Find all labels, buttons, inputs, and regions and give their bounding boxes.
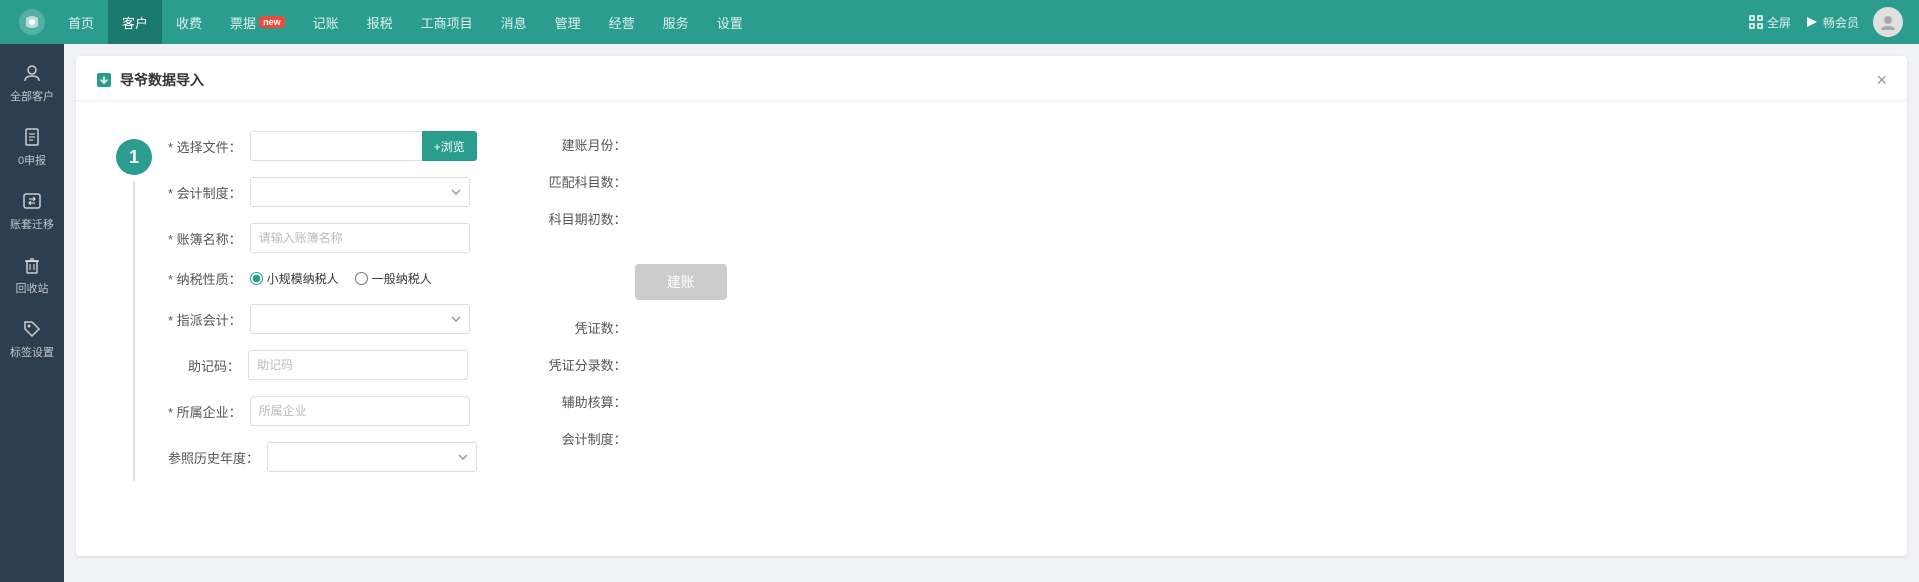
main-content: 导爷数据导入 × 1 * 选择文件： bbox=[64, 44, 1919, 582]
accounting-system-right-label: 会计制度： bbox=[537, 429, 627, 448]
avatar[interactable] bbox=[1873, 7, 1903, 37]
member-button[interactable]: 畅会员 bbox=[1805, 14, 1859, 31]
ledger-name-label: * 账簿名称： bbox=[168, 229, 242, 248]
browse-button[interactable]: +浏览 bbox=[422, 131, 477, 161]
accountant-label: * 指派会计： bbox=[168, 310, 242, 329]
memo-label: 助记码： bbox=[168, 356, 240, 375]
form-with-step: 1 * 选择文件： +浏览 bbox=[116, 131, 477, 481]
info-section: 建账月份： 匹配科目数： 科目期初数： 建账 bbox=[537, 131, 817, 481]
dialog-header: 导爷数据导入 × bbox=[76, 56, 1907, 101]
company-label: * 所属企业： bbox=[168, 402, 242, 421]
sidebar-label-all-customers: 全部客户 bbox=[10, 88, 54, 104]
sidebar-item-all-customers[interactable]: 全部客户 bbox=[0, 52, 64, 112]
people-icon bbox=[21, 62, 43, 84]
sidebar-label-transfer: 账套迁移 bbox=[10, 216, 54, 232]
voucher-label: 凭证数： bbox=[537, 318, 627, 337]
month-label: 建账月份： bbox=[537, 135, 627, 154]
memo-input[interactable] bbox=[248, 350, 468, 380]
main-layout: 全部客户 0申报 bbox=[0, 44, 1919, 582]
nav-item-services[interactable]: 服务 bbox=[649, 0, 703, 44]
file-input[interactable] bbox=[250, 131, 422, 161]
dialog-body: 1 * 选择文件： +浏览 bbox=[76, 101, 1907, 511]
info-row-aux-accounting: 辅助核算： bbox=[537, 392, 817, 411]
sidebar-label-zero-declare: 0申报 bbox=[18, 152, 46, 168]
file-label: * 选择文件： bbox=[168, 137, 242, 156]
nav-item-customers[interactable]: 客户 bbox=[108, 0, 162, 44]
sidebar-item-trash[interactable]: 回收站 bbox=[0, 244, 64, 304]
subject-initial-label: 科目期初数： bbox=[537, 209, 627, 228]
fullscreen-icon bbox=[1749, 15, 1763, 29]
tax-type-small[interactable]: 小规模纳税人 bbox=[250, 270, 339, 287]
file-input-row: +浏览 bbox=[250, 131, 477, 161]
nav-item-accounting[interactable]: 记账 bbox=[299, 0, 353, 44]
tax-type-label: * 纳税性质： bbox=[168, 269, 242, 288]
nav-item-business[interactable]: 工商项目 bbox=[407, 0, 487, 44]
nav-item-fees[interactable]: 收费 bbox=[162, 0, 216, 44]
ledger-name-input[interactable] bbox=[250, 223, 470, 253]
company-input[interactable] bbox=[250, 396, 470, 426]
nav-item-tax[interactable]: 报税 bbox=[353, 0, 407, 44]
accounting-system-select[interactable] bbox=[250, 177, 470, 207]
nav-item-messages[interactable]: 消息 bbox=[487, 0, 541, 44]
build-button[interactable]: 建账 bbox=[635, 264, 727, 300]
nav-item-settings[interactable]: 设置 bbox=[703, 0, 757, 44]
form-row-tax-type: * 纳税性质： 小规模纳税人 一般纳税人 bbox=[168, 269, 477, 288]
nav-logo[interactable] bbox=[10, 0, 54, 44]
nav-item-management[interactable]: 管理 bbox=[541, 0, 595, 44]
info-row-match-subjects: 匹配科目数： bbox=[537, 172, 817, 191]
file-icon bbox=[21, 126, 43, 148]
info-row-accounting-system-right: 会计制度： bbox=[537, 429, 817, 448]
form-row-accountant: * 指派会计： bbox=[168, 304, 477, 334]
nav-item-bills[interactable]: 票据 new bbox=[216, 0, 299, 44]
top-nav: 首页 客户 收费 票据 new 记账 报税 工商项目 消息 管理 经营 服务 设… bbox=[0, 0, 1919, 44]
info-row-voucher-entries: 凭证分录数： bbox=[537, 355, 817, 374]
voucher-entries-label: 凭证分录数： bbox=[537, 355, 627, 374]
form-row-company: * 所属企业： bbox=[168, 396, 477, 426]
play-icon bbox=[1805, 15, 1819, 29]
info-row-month: 建账月份： bbox=[537, 135, 817, 154]
info-row-subject-initial: 科目期初数： bbox=[537, 209, 817, 228]
history-year-label: 参照历史年度： bbox=[168, 448, 259, 467]
transfer-icon bbox=[21, 190, 43, 212]
sidebar-label-trash: 回收站 bbox=[16, 280, 49, 296]
trash-icon bbox=[21, 254, 43, 276]
nav-item-operations[interactable]: 经营 bbox=[595, 0, 649, 44]
sidebar-item-tags[interactable]: 标签设置 bbox=[0, 308, 64, 368]
form-row-ledger-name: * 账簿名称： bbox=[168, 223, 477, 253]
form-row-accounting-system: * 会计制度： bbox=[168, 177, 477, 207]
accounting-system-label: * 会计制度： bbox=[168, 183, 242, 202]
import-icon bbox=[96, 72, 112, 88]
history-year-select[interactable] bbox=[267, 442, 477, 472]
sidebar-label-tags: 标签设置 bbox=[10, 344, 54, 360]
nav-badge-new: new bbox=[259, 16, 285, 28]
dialog-title: 导爷数据导入 bbox=[96, 70, 204, 90]
nav-right: 全屏 畅会员 bbox=[1749, 7, 1919, 37]
sidebar-item-transfer[interactable]: 账套迁移 bbox=[0, 180, 64, 240]
info-row-voucher: 凭证数： bbox=[537, 318, 817, 337]
aux-accounting-label: 辅助核算： bbox=[537, 392, 627, 411]
nav-item-home[interactable]: 首页 bbox=[54, 0, 108, 44]
form-row-file: * 选择文件： +浏览 bbox=[168, 131, 477, 161]
tag-icon bbox=[21, 318, 43, 340]
tax-type-radio-group: 小规模纳税人 一般纳税人 bbox=[250, 270, 432, 287]
sidebar: 全部客户 0申报 bbox=[0, 44, 64, 582]
close-button[interactable]: × bbox=[1876, 71, 1887, 89]
sidebar-item-zero-declare[interactable]: 0申报 bbox=[0, 116, 64, 176]
match-subjects-label: 匹配科目数： bbox=[537, 172, 627, 191]
accountant-select[interactable] bbox=[250, 304, 470, 334]
dialog-card: 导爷数据导入 × 1 * 选择文件： bbox=[76, 56, 1907, 556]
fullscreen-button[interactable]: 全屏 bbox=[1749, 14, 1791, 31]
form-row-history-year: 参照历史年度： bbox=[168, 442, 477, 472]
form-fields: * 选择文件： +浏览 * 会计制度： bbox=[168, 131, 477, 472]
step-circle: 1 bbox=[116, 139, 152, 175]
nav-items: 首页 客户 收费 票据 new 记账 报税 工商项目 消息 管理 经营 服务 设… bbox=[54, 0, 1749, 44]
form-row-memo: 助记码： bbox=[168, 350, 477, 380]
tax-type-general[interactable]: 一般纳税人 bbox=[355, 270, 432, 287]
